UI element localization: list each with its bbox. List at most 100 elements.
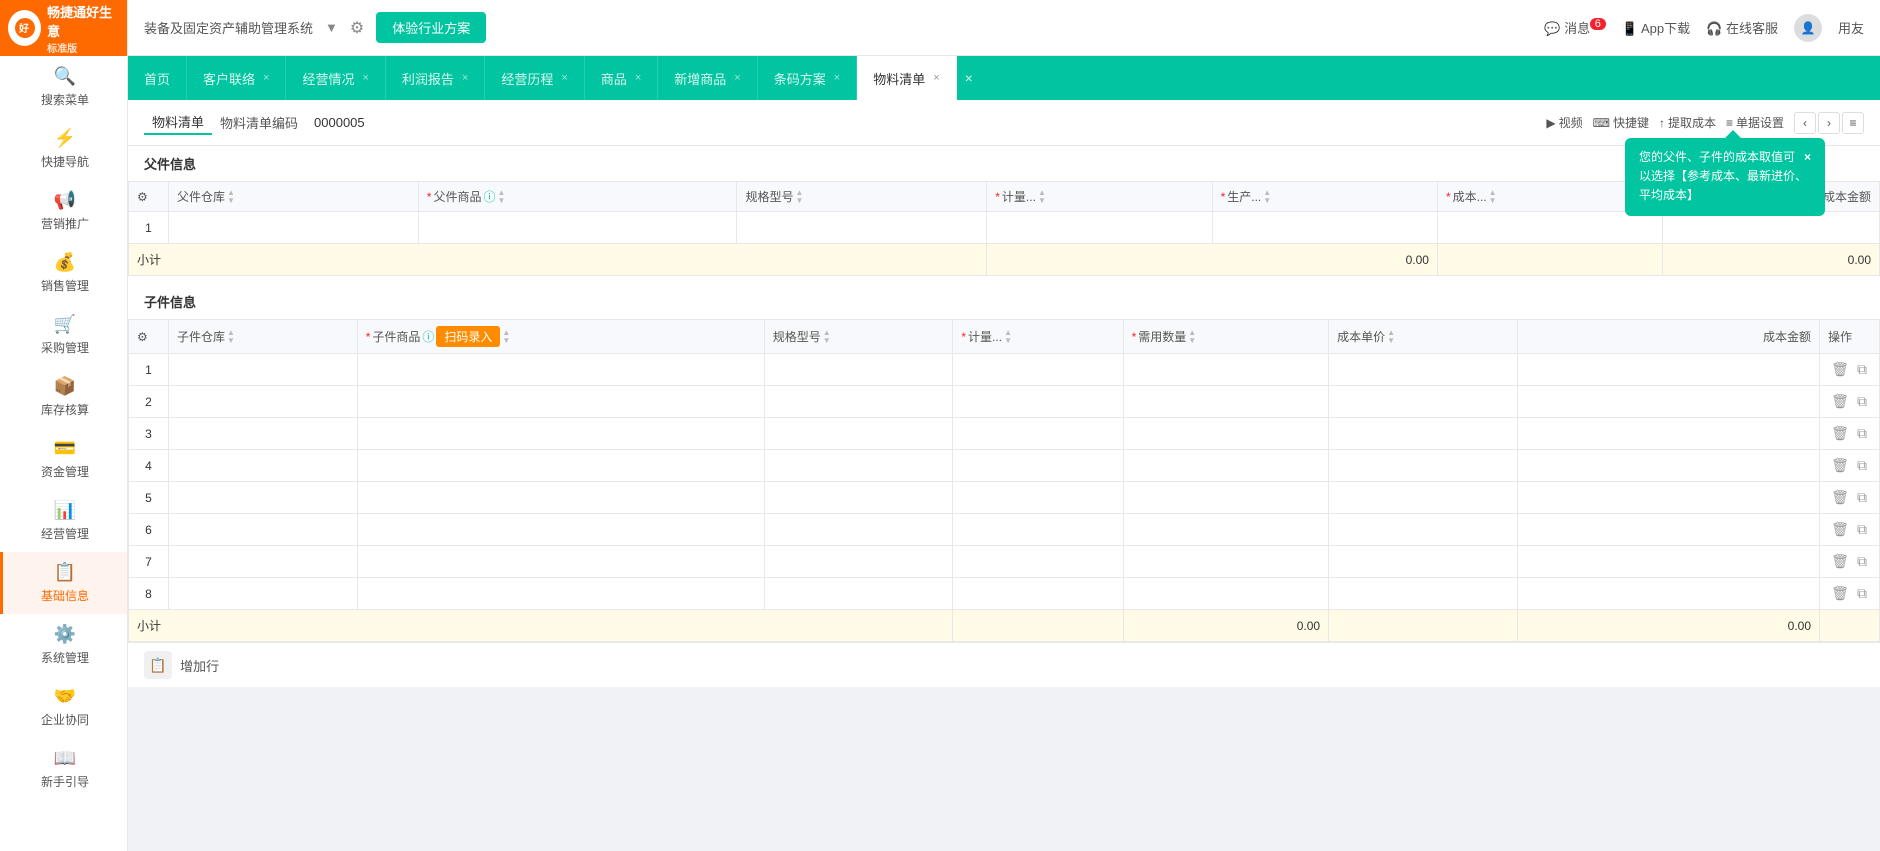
child-qty-cell-6[interactable] [1123,514,1328,546]
nav-tab-close-new-goods[interactable]: × [734,72,740,84]
bc-bom[interactable]: 物料清单 [144,110,212,135]
child-unit-cell-6[interactable] [953,514,1123,546]
app-download-btn[interactable]: 📱 App下载 [1622,18,1690,37]
child-unit-cell-1[interactable] [953,354,1123,386]
delete-icon-1[interactable]: 🗑 [1831,361,1849,379]
avatar[interactable]: 👤 [1794,14,1822,42]
child-cost-amount-cell-6[interactable] [1517,514,1819,546]
child-spec-cell-5[interactable] [764,482,953,514]
parent-prod-cell[interactable] [1212,212,1437,244]
child-spec-cell-3[interactable] [764,418,953,450]
delete-icon-2[interactable]: 🗑 [1831,393,1849,411]
extract-cost-btn[interactable]: ↑ 提取成本 [1659,114,1716,131]
delete-icon-4[interactable]: 🗑 [1831,457,1849,475]
child-cost-amount-cell-5[interactable] [1517,482,1819,514]
child-goods-cell-3[interactable] [357,418,764,450]
view-btn[interactable]: ▶ 视频 [1546,114,1582,131]
th-settings-parent[interactable]: ⚙ [129,182,169,212]
nav-tab-close-profit[interactable]: × [462,72,468,84]
child-warehouse-cell-1[interactable] [169,354,358,386]
child-cost-amount-cell-1[interactable] [1517,354,1819,386]
single-settings-btn[interactable]: ≡ 单据设置 [1726,114,1784,131]
copy-icon-7[interactable]: ⧉ [1853,553,1871,571]
sidebar-item-operations[interactable]: 📊经营管理 [0,490,127,552]
child-unit-cell-4[interactable] [953,450,1123,482]
child-warehouse-cell-5[interactable] [169,482,358,514]
child-warehouse-cell-2[interactable] [169,386,358,418]
sidebar-item-sales[interactable]: 💰销售管理 [0,242,127,304]
child-goods-cell-4[interactable] [357,450,764,482]
child-warehouse-cell-6[interactable] [169,514,358,546]
child-unit-cost-cell-2[interactable] [1329,386,1518,418]
child-cost-amount-cell-2[interactable] [1517,386,1819,418]
child-goods-cell-2[interactable] [357,386,764,418]
message-btn[interactable]: 💬 消息 6 [1544,18,1606,37]
child-qty-cell-4[interactable] [1123,450,1328,482]
nav-tab-profit[interactable]: 利润报告× [386,56,485,100]
sidebar-item-finance[interactable]: 💳资金管理 [0,428,127,490]
child-unit-cell-3[interactable] [953,418,1123,450]
sidebar-item-enterprise[interactable]: 🤝企业协同 [0,676,127,738]
child-unit-cost-cell-8[interactable] [1329,578,1518,610]
parent-warehouse-cell[interactable] [169,212,419,244]
child-unit-cell-8[interactable] [953,578,1123,610]
parent-cost-amount-cell[interactable] [1663,212,1880,244]
child-qty-cell-5[interactable] [1123,482,1328,514]
nav-tab-new-goods[interactable]: 新增商品× [658,56,757,100]
sidebar-item-inventory[interactable]: 📦库存核算 [0,366,127,428]
delete-icon-3[interactable]: 🗑 [1831,425,1849,443]
child-unit-cost-cell-3[interactable] [1329,418,1518,450]
child-warehouse-cell-4[interactable] [169,450,358,482]
parent-spec-cell[interactable] [737,212,987,244]
copy-icon-3[interactable]: ⧉ [1853,425,1871,443]
tooltip-close[interactable]: × [1804,148,1811,167]
child-goods-cell-7[interactable] [357,546,764,578]
child-unit-cost-cell-6[interactable] [1329,514,1518,546]
child-unit-cost-cell-1[interactable] [1329,354,1518,386]
nav-tab-barcode[interactable]: 条码方案× [758,56,857,100]
nav-tab-close-history[interactable]: × [561,72,567,84]
child-cost-amount-cell-3[interactable] [1517,418,1819,450]
child-qty-cell-1[interactable] [1123,354,1328,386]
sidebar-item-basic-info[interactable]: 📋基础信息 [0,552,127,614]
sidebar-item-purchase[interactable]: 🛒采购管理 [0,304,127,366]
add-row-btn[interactable]: 📋 [144,651,172,679]
delete-icon-6[interactable]: 🗑 [1831,521,1849,539]
nav-tab-close-goods[interactable]: × [635,72,641,84]
child-warehouse-cell-3[interactable] [169,418,358,450]
copy-icon-8[interactable]: ⧉ [1853,585,1871,603]
child-unit-cell-2[interactable] [953,386,1123,418]
copy-icon-1[interactable]: ⧉ [1853,361,1871,379]
child-cost-amount-cell-7[interactable] [1517,546,1819,578]
child-spec-cell-7[interactable] [764,546,953,578]
nav-tab-customers[interactable]: 客户联络× [187,56,286,100]
child-qty-cell-3[interactable] [1123,418,1328,450]
nav-tab-close-barcode[interactable]: × [834,72,840,84]
sidebar-item-search[interactable]: 🔍搜索菜单 [0,56,127,118]
child-spec-cell-4[interactable] [764,450,953,482]
parent-unit-cell[interactable] [987,212,1212,244]
child-cost-amount-cell-4[interactable] [1517,450,1819,482]
child-goods-cell-5[interactable] [357,482,764,514]
delete-icon-7[interactable]: 🗑 [1831,553,1849,571]
bc-bom-code[interactable]: 物料清单编码 [212,111,306,134]
child-spec-cell-6[interactable] [764,514,953,546]
nav-tab-history[interactable]: 经营历程× [485,56,584,100]
nav-tab-close-customers[interactable]: × [263,72,269,84]
child-spec-cell-1[interactable] [764,354,953,386]
child-unit-cell-7[interactable] [953,546,1123,578]
nav-tab-close-bom[interactable]: × [933,72,939,84]
child-warehouse-cell-7[interactable] [169,546,358,578]
parent-cost-cell[interactable] [1437,212,1662,244]
child-goods-cell-6[interactable] [357,514,764,546]
child-warehouse-cell-8[interactable] [169,578,358,610]
dropdown-icon[interactable]: ▼ [325,20,338,35]
child-spec-cell-8[interactable] [764,578,953,610]
add-row-label[interactable]: 增加行 [180,656,219,675]
nav-tab-bom[interactable]: 物料清单× [857,56,956,100]
copy-icon-4[interactable]: ⧉ [1853,457,1871,475]
child-qty-cell-8[interactable] [1123,578,1328,610]
child-goods-cell-8[interactable] [357,578,764,610]
online-service-btn[interactable]: 🎧 在线客服 [1706,18,1778,37]
child-unit-cost-cell-5[interactable] [1329,482,1518,514]
